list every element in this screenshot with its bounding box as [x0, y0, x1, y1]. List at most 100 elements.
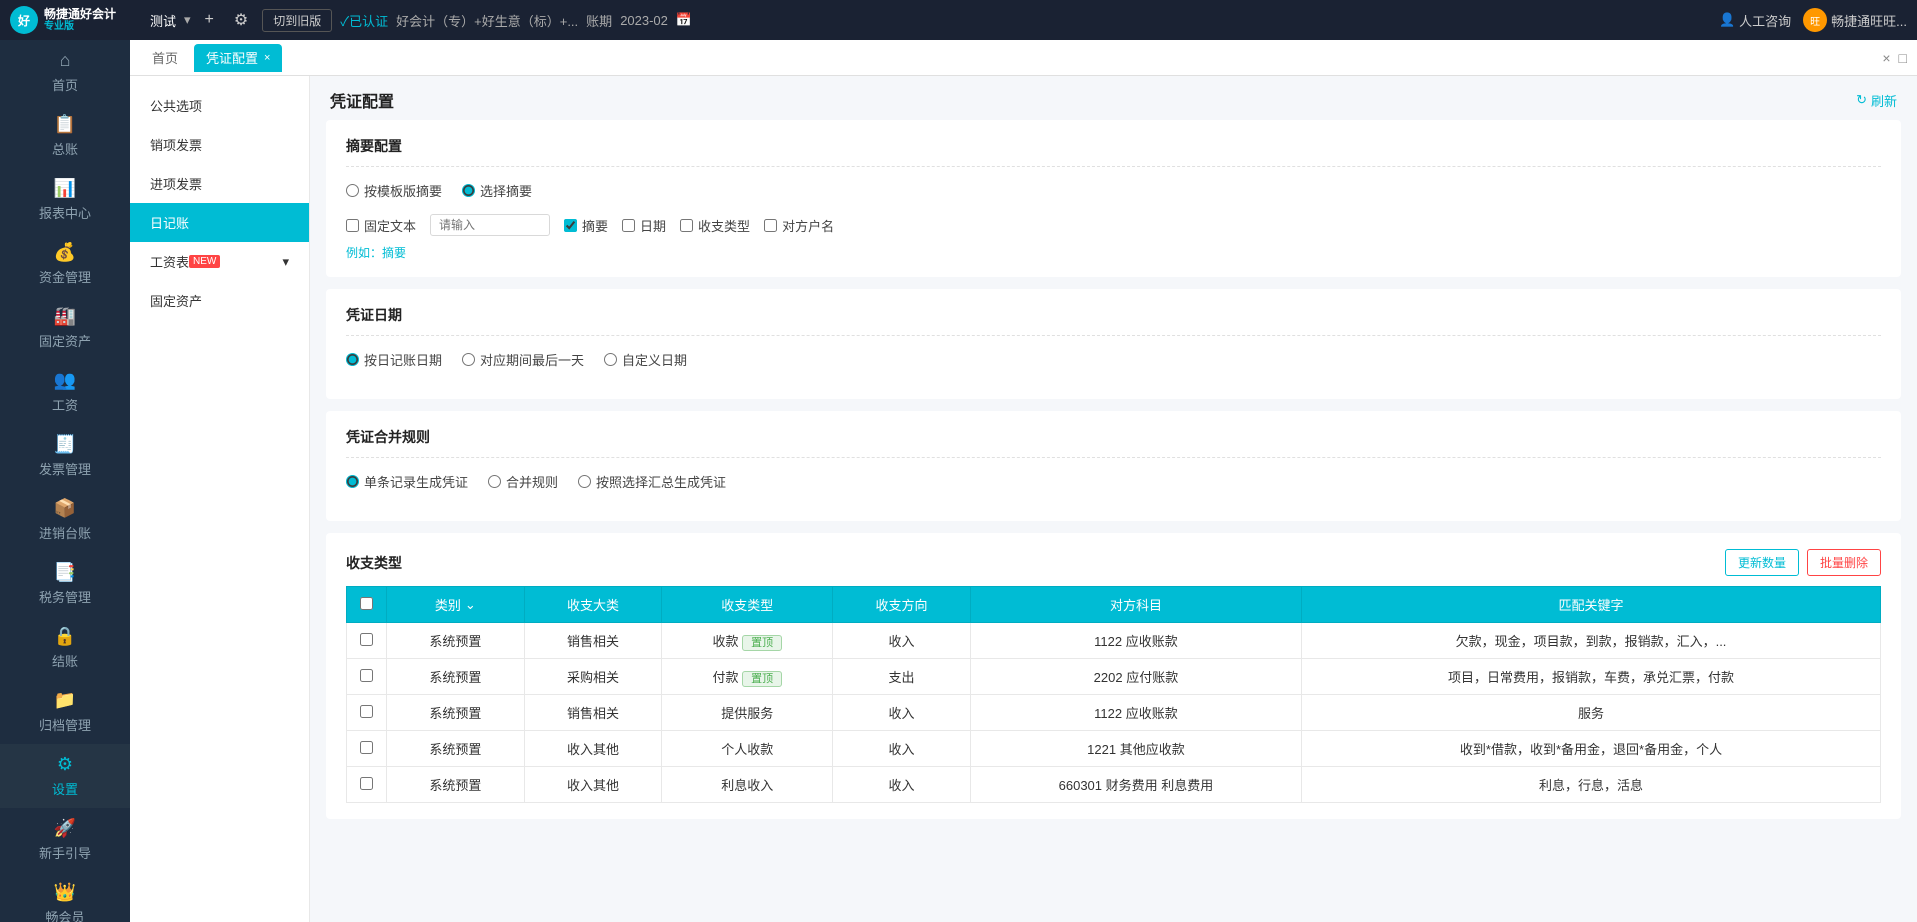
- row-direction-2: 支出: [833, 659, 971, 695]
- radio-last-day[interactable]: 对应期间最后一天: [462, 350, 584, 369]
- sidebar-item-purchase[interactable]: 📦 进销台账: [0, 488, 130, 552]
- left-nav-sales-invoice[interactable]: 销项发票: [130, 125, 309, 164]
- row-checkbox-input-3[interactable]: [360, 705, 373, 718]
- left-nav-journal[interactable]: 日记账: [130, 203, 309, 242]
- radio-last-day-input[interactable]: [462, 353, 475, 366]
- radio-select-input[interactable]: [462, 184, 475, 197]
- summary-example: 例如：摘要: [346, 244, 1881, 261]
- radio-template[interactable]: 按模板版摘要: [346, 181, 442, 200]
- th-category-label: 类别: [435, 595, 461, 614]
- archive-icon: 📁: [54, 690, 76, 711]
- sidebar-item-assets[interactable]: 🏭 固定资产: [0, 296, 130, 360]
- tab-voucher-config[interactable]: 凭证配置 ×: [194, 44, 282, 72]
- sidebar-item-invoice[interactable]: 🧾 发票管理: [0, 424, 130, 488]
- merge-section-title: 凭证合并规则: [346, 427, 1881, 458]
- select-all-checkbox[interactable]: [360, 597, 373, 610]
- row-checkbox-input-4[interactable]: [360, 741, 373, 754]
- radio-total-input[interactable]: [578, 475, 591, 488]
- radio-single[interactable]: 单条记录生成凭证: [346, 472, 468, 491]
- sidebar-item-tax[interactable]: 📑 税务管理: [0, 552, 130, 616]
- sidebar-item-funds[interactable]: 💰 资金管理: [0, 232, 130, 296]
- radio-select[interactable]: 选择摘要: [462, 181, 532, 200]
- checkbox-income-type-input[interactable]: [680, 219, 693, 232]
- consult-button[interactable]: 👤 人工咨询: [1719, 11, 1791, 30]
- sidebar-item-archive[interactable]: 📁 归档管理: [0, 680, 130, 744]
- refresh-button[interactable]: ↻ 刷新: [1856, 91, 1897, 110]
- th-checkbox[interactable]: [347, 587, 387, 623]
- app-name: 畅捷通好会计: [44, 7, 116, 21]
- settings-top-button[interactable]: ⚙: [228, 8, 254, 32]
- sidebar-label-archive: 归档管理: [39, 715, 91, 734]
- calendar-icon[interactable]: 📅: [676, 12, 692, 28]
- row-checkbox-5[interactable]: [347, 767, 387, 803]
- radio-custom-date-input[interactable]: [604, 353, 617, 366]
- update-count-button[interactable]: 更新数量: [1725, 549, 1799, 576]
- sidebar-item-home[interactable]: ⌂ 首页: [0, 40, 130, 104]
- left-nav-purchase-invoice[interactable]: 进项发票: [130, 164, 309, 203]
- row-checkbox-1[interactable]: [347, 623, 387, 659]
- sidebar-item-reports[interactable]: 📊 报表中心: [0, 168, 130, 232]
- topbar-center: 测试 ▾ + ⚙ 切到旧版 ✓已认证 好会计（专）+好生意（标）+... 账期 …: [140, 8, 1719, 32]
- date-radio-group: 按日记账日期 对应期间最后一天 自定义日期: [346, 350, 1881, 369]
- radio-journal-date[interactable]: 按日记账日期: [346, 350, 442, 369]
- row-checkbox-3[interactable]: [347, 695, 387, 731]
- row-type-2: 付款 置顶: [662, 659, 833, 695]
- radio-total-label: 按照选择汇总生成凭证: [596, 472, 726, 491]
- refresh-icon: ↻: [1856, 92, 1867, 108]
- checkbox-counterpart[interactable]: 对方户名: [764, 216, 834, 235]
- tab-close-icon[interactable]: ×: [264, 52, 270, 64]
- row-major-2: 采购相关: [524, 659, 662, 695]
- radio-single-input[interactable]: [346, 475, 359, 488]
- sidebar-label-assets: 固定资产: [39, 331, 91, 350]
- top-tag-1: 置顶: [742, 635, 782, 651]
- checkbox-fixed-text-input[interactable]: [346, 219, 359, 232]
- checkbox-summary-input[interactable]: [564, 219, 577, 232]
- row-checkbox-input-5[interactable]: [360, 777, 373, 790]
- summary-config-section: 摘要配置 按模板版摘要 选择摘要: [326, 120, 1901, 277]
- sidebar-label-purchase: 进销台账: [39, 523, 91, 542]
- logo-icon: 好: [10, 6, 38, 34]
- sidebar-item-settings[interactable]: ⚙ 设置: [0, 744, 130, 808]
- radio-total[interactable]: 按照选择汇总生成凭证: [578, 472, 726, 491]
- sort-icon[interactable]: ⌄: [465, 597, 476, 613]
- sidebar-item-ledger[interactable]: 📋 总账: [0, 104, 130, 168]
- row-checkbox-4[interactable]: [347, 731, 387, 767]
- radio-template-input[interactable]: [346, 184, 359, 197]
- window-close-button[interactable]: ×: [1882, 50, 1890, 66]
- user-info[interactable]: 旺 畅捷通旺旺...: [1803, 8, 1907, 32]
- left-nav-salary[interactable]: 工资表 NEW ▾: [130, 242, 309, 281]
- sidebar-item-salary[interactable]: 👥 工资: [0, 360, 130, 424]
- radio-merge-rule-label: 合并规则: [506, 472, 558, 491]
- checkbox-date[interactable]: 日期: [622, 216, 666, 235]
- row-keywords-2: 项目，日常费用，报销款，车费，承兑汇票，付款: [1302, 659, 1881, 695]
- row-category-5: 系统预置: [387, 767, 525, 803]
- window-maximize-button[interactable]: □: [1899, 50, 1907, 66]
- radio-merge-rule[interactable]: 合并规则: [488, 472, 558, 491]
- top-tag-2: 置顶: [742, 671, 782, 687]
- radio-custom-date[interactable]: 自定义日期: [604, 350, 687, 369]
- radio-merge-rule-input[interactable]: [488, 475, 501, 488]
- sidebar-item-close[interactable]: 🔒 结账: [0, 616, 130, 680]
- left-nav-fixed-assets[interactable]: 固定资产: [130, 281, 309, 320]
- radio-journal-date-input[interactable]: [346, 353, 359, 366]
- sidebar-item-guide[interactable]: 🚀 新手引导: [0, 808, 130, 872]
- sidebar-label-settings: 设置: [52, 779, 78, 798]
- left-nav-public[interactable]: 公共选项: [130, 86, 309, 125]
- switch-version-button[interactable]: 切到旧版: [262, 9, 332, 32]
- fixed-text-input[interactable]: [430, 214, 550, 236]
- checkbox-date-input[interactable]: [622, 219, 635, 232]
- tab-home[interactable]: 首页: [140, 44, 190, 72]
- row-checkbox-input-2[interactable]: [360, 669, 373, 682]
- sidebar-label-funds: 资金管理: [39, 267, 91, 286]
- row-checkbox-2[interactable]: [347, 659, 387, 695]
- checkbox-fixed-text[interactable]: 固定文本: [346, 216, 416, 235]
- checkbox-income-type[interactable]: 收支类型: [680, 216, 750, 235]
- add-button[interactable]: +: [199, 9, 220, 31]
- checkbox-summary[interactable]: 摘要: [564, 216, 608, 235]
- checkbox-counterpart-input[interactable]: [764, 219, 777, 232]
- batch-delete-button[interactable]: 批量删除: [1807, 549, 1881, 576]
- sidebar-item-member[interactable]: 👑 畅会员: [0, 872, 130, 922]
- sidebar-label-home: 首页: [52, 75, 78, 94]
- company-arrow[interactable]: ▾: [184, 12, 191, 28]
- row-checkbox-input-1[interactable]: [360, 633, 373, 646]
